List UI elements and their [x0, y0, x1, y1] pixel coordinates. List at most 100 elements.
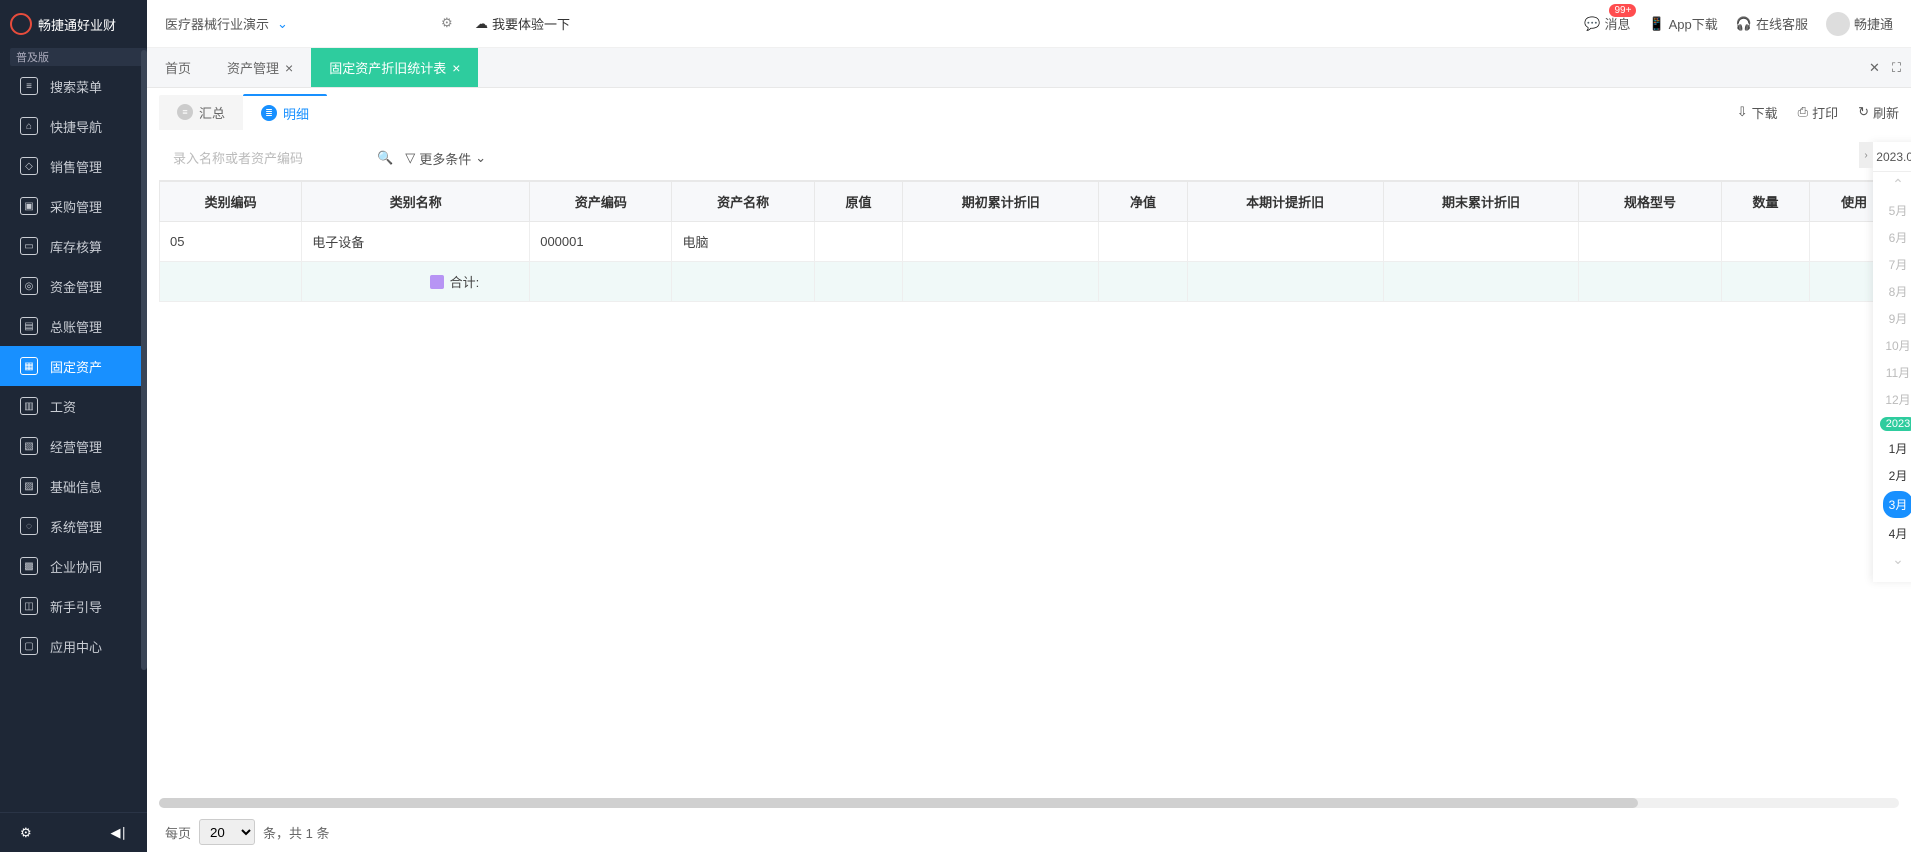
tab-label: 固定资产折旧统计表	[329, 58, 446, 77]
total-label: 合计:	[450, 272, 480, 291]
table-header[interactable]: 本期计提折旧	[1187, 182, 1383, 222]
nav-icon: ▤	[20, 317, 38, 335]
sidebar-item-9[interactable]: ▧经营管理	[0, 426, 147, 466]
app-download-label: App下载	[1669, 14, 1718, 33]
gear-icon[interactable]: ⚙	[441, 15, 459, 33]
sidebar-item-10[interactable]: ▨基础信息	[0, 466, 147, 506]
month-item[interactable]: 10月	[1873, 332, 1911, 359]
chat-icon: 💬	[1584, 16, 1600, 32]
app-download-button[interactable]: 📱 App下载	[1648, 14, 1717, 33]
table-header[interactable]: 期初累计折旧	[903, 182, 1099, 222]
table-header[interactable]: 期末累计折旧	[1383, 182, 1579, 222]
sidebar-item-0[interactable]: ≡搜索菜单	[0, 66, 147, 106]
table-row[interactable]: 05电子设备000001电脑	[160, 222, 1899, 262]
horizontal-scrollbar[interactable]	[159, 798, 1899, 808]
period-collapse-handle[interactable]: ›	[1859, 142, 1873, 168]
print-button[interactable]: ⎙ 打印	[1798, 103, 1838, 122]
fullscreen-icon[interactable]: ⛶	[1892, 60, 1901, 76]
table-cell	[1383, 222, 1579, 262]
table-header[interactable]: 类别编码	[160, 182, 302, 222]
close-all-icon[interactable]: ✕	[1869, 60, 1880, 76]
tab-0[interactable]: 首页	[147, 48, 209, 87]
month-item[interactable]: 4月	[1873, 520, 1911, 547]
table-header[interactable]: 类别名称	[302, 182, 530, 222]
print-icon: ⎙	[1798, 104, 1808, 120]
month-item[interactable]: 11月	[1873, 359, 1911, 386]
nav-label: 快捷导航	[50, 117, 102, 136]
page-size-select[interactable]: 20	[199, 819, 255, 845]
sidebar-item-12[interactable]: ▩企业协同	[0, 546, 147, 586]
month-item[interactable]: 12月	[1873, 386, 1911, 413]
table-header[interactable]: 规格型号	[1579, 182, 1721, 222]
view-tab-detail[interactable]: ≣ 明细	[243, 94, 327, 131]
month-item[interactable]: 9月	[1873, 305, 1911, 332]
cloud-icon: ☁	[475, 16, 488, 32]
table-header-row: 类别编码类别名称资产编码资产名称原值期初累计折旧净值本期计提折旧期末累计折旧规格…	[160, 182, 1899, 222]
org-selector[interactable]: 医疗器械行业演示 ⌄	[165, 14, 425, 33]
month-item[interactable]: 7月	[1873, 251, 1911, 278]
period-down-icon[interactable]: ⌄	[1873, 547, 1911, 572]
table-header[interactable]: 原值	[814, 182, 903, 222]
month-item[interactable]: 5月	[1873, 197, 1911, 224]
close-icon[interactable]: ×	[285, 60, 293, 76]
table-cell	[1721, 222, 1810, 262]
refresh-button[interactable]: ↻ 刷新	[1858, 103, 1899, 122]
sidebar-item-1[interactable]: ⌂快捷导航	[0, 106, 147, 146]
close-icon[interactable]: ×	[452, 60, 460, 76]
nav-label: 新手引导	[50, 597, 102, 616]
sidebar-item-13[interactable]: ◫新手引导	[0, 586, 147, 626]
total-label-cell: 合计:	[302, 262, 530, 302]
sidebar-item-6[interactable]: ▤总账管理	[0, 306, 147, 346]
sidebar-item-5[interactable]: ◎资金管理	[0, 266, 147, 306]
search-input[interactable]	[165, 143, 365, 173]
table-cell	[814, 222, 903, 262]
collapse-icon[interactable]: ◀∣	[111, 825, 128, 841]
scrollbar-thumb[interactable]	[159, 798, 1638, 808]
sidebar-item-11[interactable]: ◌系统管理	[0, 506, 147, 546]
table-header[interactable]: 资产名称	[672, 182, 814, 222]
table-header[interactable]: 净值	[1099, 182, 1188, 222]
month-item[interactable]: 6月	[1873, 224, 1911, 251]
tab-2[interactable]: 固定资产折旧统计表 ×	[311, 48, 478, 87]
table-header[interactable]: 数量	[1721, 182, 1810, 222]
sidebar-item-14[interactable]: ▢应用中心	[0, 626, 147, 666]
sidebar-item-3[interactable]: ▣采购管理	[0, 186, 147, 226]
month-item[interactable]: 8月	[1873, 278, 1911, 305]
tab-1[interactable]: 资产管理×	[209, 48, 311, 87]
table-cell: 电子设备	[302, 222, 530, 262]
user-menu[interactable]: 畅捷通	[1826, 12, 1893, 36]
nav-icon: ▥	[20, 397, 38, 415]
period-up-icon[interactable]: ⌃	[1873, 172, 1911, 197]
table-total-row: 合计:	[160, 262, 1899, 302]
view-tab-summary[interactable]: ≡ 汇总	[159, 95, 243, 130]
message-button[interactable]: 💬 消息 99+	[1584, 14, 1630, 33]
sidebar-item-7[interactable]: ▦固定资产	[0, 346, 147, 386]
gear-icon[interactable]: ⚙	[20, 825, 32, 841]
table-cell	[1187, 222, 1383, 262]
download-button[interactable]: ⇩ 下载	[1737, 103, 1778, 122]
month-item[interactable]: 2月	[1873, 462, 1911, 489]
search-icon[interactable]: 🔍	[377, 150, 393, 166]
brand-logo-icon	[10, 13, 32, 35]
nav-icon: ◎	[20, 277, 38, 295]
print-label: 打印	[1812, 103, 1838, 122]
table-cell	[1579, 222, 1721, 262]
org-name: 医疗器械行业演示	[165, 14, 269, 33]
sidebar-item-4[interactable]: ▭库存核算	[0, 226, 147, 266]
download-icon: ⇩	[1737, 104, 1748, 120]
table-header[interactable]: 资产编码	[530, 182, 672, 222]
nav-icon: ≡	[20, 77, 38, 95]
table-cell: 000001	[530, 222, 672, 262]
support-button[interactable]: 🎧 在线客服	[1736, 14, 1808, 33]
table-wrap[interactable]: 类别编码类别名称资产编码资产名称原值期初累计折旧净值本期计提折旧期末累计折旧规格…	[159, 180, 1899, 794]
sidebar-nav: ≡搜索菜单⌂快捷导航◇销售管理▣采购管理▭库存核算◎资金管理▤总账管理▦固定资产…	[0, 66, 147, 812]
more-conditions-button[interactable]: ▽ 更多条件 ⌄	[405, 149, 486, 168]
nav-label: 经营管理	[50, 437, 102, 456]
sidebar-item-2[interactable]: ◇销售管理	[0, 146, 147, 186]
filter-icon: ▽	[405, 150, 415, 166]
sidebar-item-8[interactable]: ▥工资	[0, 386, 147, 426]
month-item[interactable]: 3月	[1883, 491, 1911, 518]
month-item[interactable]: 1月	[1873, 435, 1911, 462]
tabs-actions: ✕ ⛶	[1859, 48, 1911, 87]
try-button[interactable]: ☁ 我要体验一下	[475, 14, 570, 33]
